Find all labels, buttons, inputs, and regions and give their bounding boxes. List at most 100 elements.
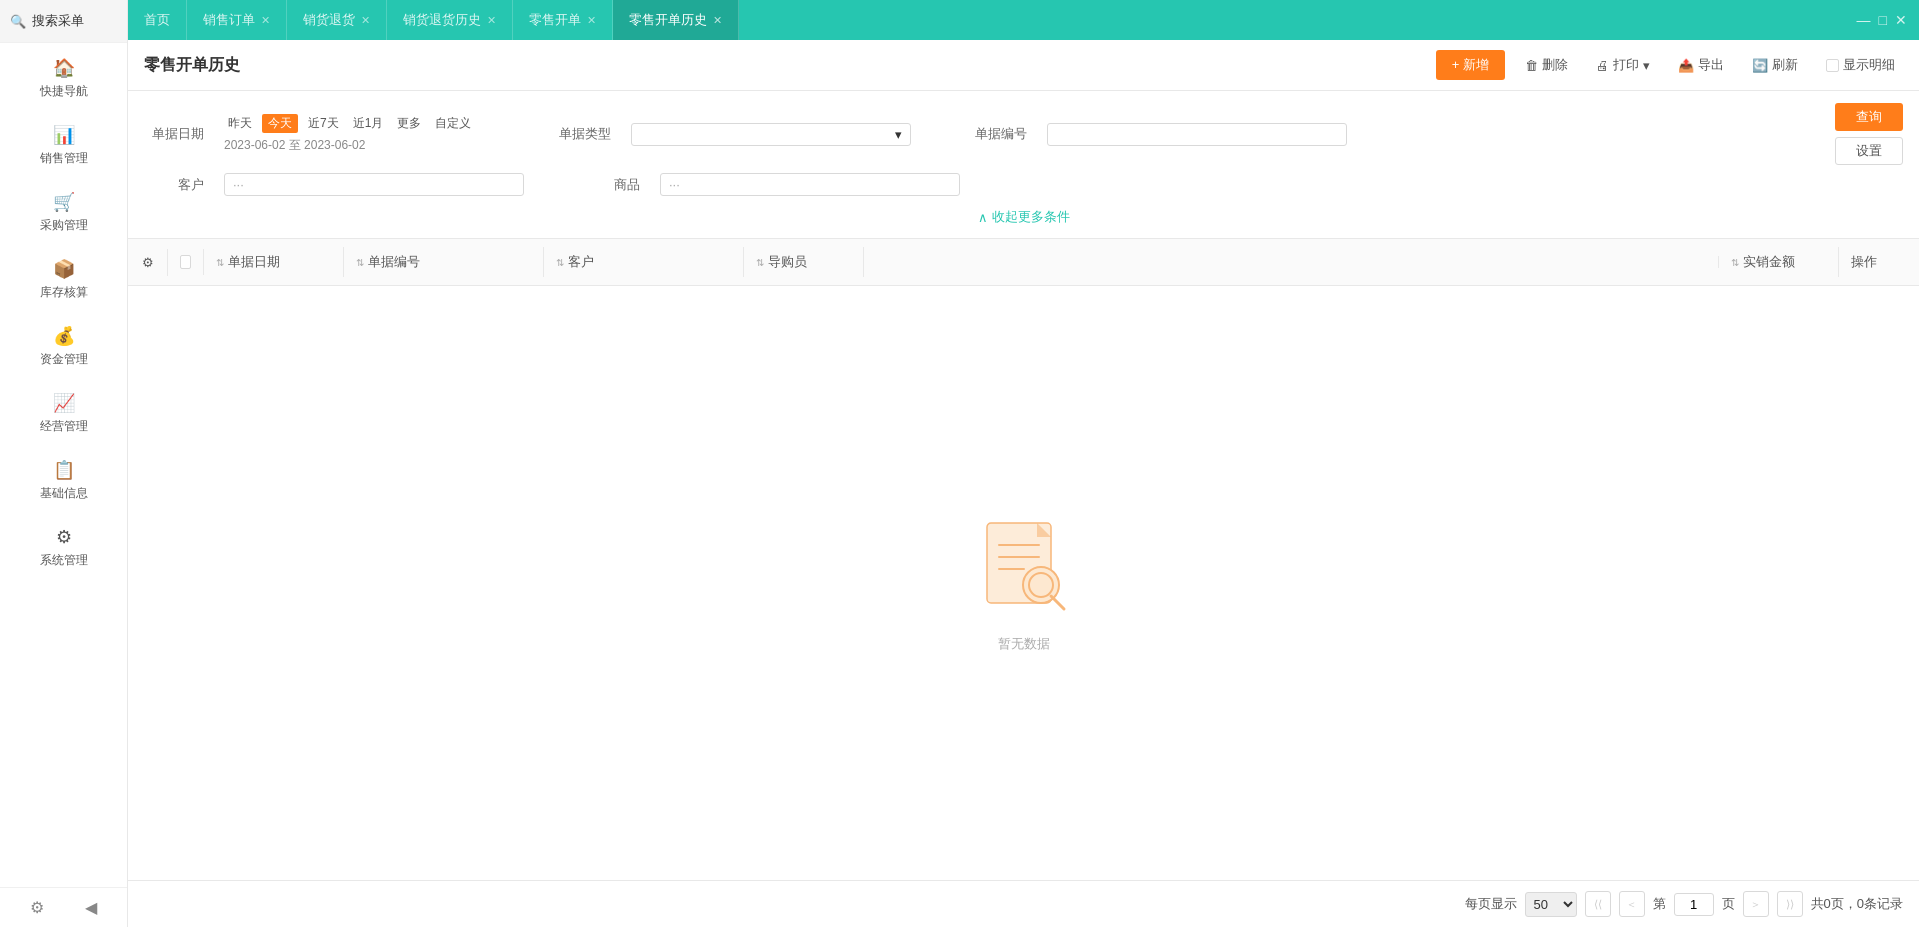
collapse-row: ∧ 收起更多条件: [144, 204, 1903, 230]
sidebar-item-operations[interactable]: 📈 经营管理: [0, 378, 127, 445]
date-tab-custom[interactable]: 自定义: [431, 114, 475, 133]
display-detail-label: 显示明细: [1843, 56, 1895, 74]
th-guide[interactable]: ⇅ 导购员: [744, 247, 864, 277]
purchase-icon: 🛒: [53, 191, 75, 213]
sidebar-bottom: ⚙ ◀: [0, 887, 127, 927]
th-date-label: 单据日期: [228, 253, 280, 271]
table-header: ⚙ ⇅ 单据日期 ⇅ 单据编号 ⇅ 客户 ⇅: [128, 239, 1919, 286]
sidebar-item-finance[interactable]: 💰 资金管理: [0, 311, 127, 378]
th-client-sort-icon: ⇅: [556, 257, 564, 268]
close-tab-retail-open-history[interactable]: ✕: [713, 14, 722, 27]
filter-row-2: 客户 ··· 商品 ···: [144, 173, 1903, 196]
th-amount-sort-icon: ⇅: [1731, 257, 1739, 268]
th-num[interactable]: ⇅ 单据编号: [344, 247, 544, 277]
per-page-label: 每页显示: [1465, 895, 1517, 913]
close-tab-sales-order[interactable]: ✕: [261, 14, 270, 27]
date-tab-today[interactable]: 今天: [262, 114, 298, 133]
date-tab-yesterday[interactable]: 昨天: [224, 114, 256, 133]
tab-retail-open[interactable]: 零售开单 ✕: [513, 0, 613, 40]
collapse-sidebar-icon[interactable]: ◀: [85, 898, 97, 917]
print-icon: 🖨: [1596, 58, 1609, 73]
tab-sales-order[interactable]: 销售订单 ✕: [187, 0, 287, 40]
th-amount[interactable]: ⇅ 实销金额: [1719, 247, 1839, 277]
close-btn[interactable]: ✕: [1895, 12, 1907, 28]
header-checkbox[interactable]: [180, 255, 191, 269]
doc-type-label: 单据类型: [551, 125, 611, 143]
date-tab-more[interactable]: 更多: [393, 114, 425, 133]
sidebar: 🔍 搜索采单 🏠 快捷导航 📊 销售管理 🛒 采购管理 📦 库存核算 💰 资金管…: [0, 0, 128, 927]
tab-sales-return[interactable]: 销货退货 ✕: [287, 0, 387, 40]
sidebar-item-basic-info[interactable]: 📋 基础信息: [0, 445, 127, 512]
collapse-btn[interactable]: ∧ 收起更多条件: [978, 204, 1070, 230]
tab-sales-return-history[interactable]: 销货退货历史 ✕: [387, 0, 513, 40]
th-client-label: 客户: [568, 253, 594, 271]
doc-num-label: 单据编号: [967, 125, 1027, 143]
client-input[interactable]: ···: [224, 173, 524, 196]
refresh-button[interactable]: 🔄 刷新: [1744, 52, 1806, 78]
sidebar-search-label: 搜索采单: [32, 12, 84, 30]
tab-home[interactable]: 首页: [128, 0, 187, 40]
page-title: 零售开单历史: [144, 55, 240, 76]
minimize-btn[interactable]: —: [1857, 12, 1871, 28]
sidebar-item-purchase-mgmt[interactable]: 🛒 采购管理: [0, 177, 127, 244]
sidebar-item-label: 资金管理: [40, 351, 88, 368]
close-tab-retail-open[interactable]: ✕: [587, 14, 596, 27]
close-tab-sales-return[interactable]: ✕: [361, 14, 370, 27]
display-detail-toggle[interactable]: 显示明细: [1818, 52, 1903, 78]
th-settings[interactable]: ⚙: [128, 249, 168, 276]
sidebar-item-label: 库存核算: [40, 284, 88, 301]
doc-type-select[interactable]: ▾: [631, 123, 911, 146]
export-button[interactable]: 📤 导出: [1670, 52, 1732, 78]
th-date[interactable]: ⇅ 单据日期: [204, 247, 344, 277]
delete-button[interactable]: 🗑 删除: [1517, 52, 1576, 78]
table-area: ⚙ ⇅ 单据日期 ⇅ 单据编号 ⇅ 客户 ⇅: [128, 239, 1919, 927]
print-dropdown-icon: ▾: [1643, 58, 1650, 73]
sidebar-item-sales-mgmt[interactable]: 📊 销售管理: [0, 110, 127, 177]
add-button[interactable]: + 新增: [1436, 50, 1505, 80]
settings-button[interactable]: 设置: [1835, 137, 1903, 165]
print-button[interactable]: 🖨 打印 ▾: [1588, 52, 1658, 78]
tab-retail-open-history[interactable]: 零售开单历史 ✕: [613, 0, 739, 40]
delete-icon: 🗑: [1525, 58, 1538, 73]
pagination: 每页显示 50 10 20 100 ⟨⟨ ＜ 第 页 ＞ ⟩⟩ 共0页，0条记录: [128, 880, 1919, 927]
close-tab-sales-return-history[interactable]: ✕: [487, 14, 496, 27]
svg-line-7: [1051, 596, 1064, 609]
date-tab-last-month[interactable]: 近1月: [349, 114, 388, 133]
doc-type-dropdown-icon: ▾: [895, 127, 902, 142]
tab-sales-order-label: 销售订单: [203, 11, 255, 29]
page-prev-btn[interactable]: ＜: [1619, 891, 1645, 917]
empty-illustration: [969, 513, 1079, 623]
date-filter-group: 昨天 今天 近7天 近1月 更多 自定义 2023-06-02 至 2023-0…: [224, 114, 475, 154]
filter-area: 单据日期 昨天 今天 近7天 近1月 更多 自定义 2023-06-02 至 2…: [128, 91, 1919, 239]
maximize-btn[interactable]: □: [1879, 12, 1887, 28]
sidebar-search-btn[interactable]: 🔍 搜索采单: [0, 0, 127, 43]
sidebar-item-quick-nav[interactable]: 🏠 快捷导航: [0, 43, 127, 110]
sidebar-item-inventory[interactable]: 📦 库存核算: [0, 244, 127, 311]
th-check[interactable]: [168, 249, 204, 275]
print-label: 打印: [1613, 56, 1639, 74]
th-client[interactable]: ⇅ 客户: [544, 247, 744, 277]
basic-info-icon: 📋: [53, 459, 75, 481]
per-page-select[interactable]: 50 10 20 100: [1525, 892, 1577, 917]
sidebar-item-label: 经营管理: [40, 418, 88, 435]
tab-home-label: 首页: [144, 11, 170, 29]
page-next-btn[interactable]: ＞: [1743, 891, 1769, 917]
page-first-btn[interactable]: ⟨⟨: [1585, 891, 1611, 917]
sidebar-item-label: 基础信息: [40, 485, 88, 502]
page-suffix: 页: [1722, 895, 1735, 913]
search-icon: 🔍: [10, 14, 26, 29]
th-amount-label: 实销金额: [1743, 253, 1795, 271]
sidebar-item-label: 销售管理: [40, 150, 88, 167]
settings-bottom-icon[interactable]: ⚙: [30, 898, 44, 917]
page-last-btn[interactable]: ⟩⟩: [1777, 891, 1803, 917]
finance-icon: 💰: [53, 325, 75, 347]
goods-input[interactable]: ···: [660, 173, 960, 196]
date-tabs: 昨天 今天 近7天 近1月 更多 自定义: [224, 114, 475, 133]
sidebar-item-system-mgmt[interactable]: ⚙ 系统管理: [0, 512, 127, 579]
query-button[interactable]: 查询: [1835, 103, 1903, 131]
main-area: 首页 销售订单 ✕ 销货退货 ✕ 销货退货历史 ✕ 零售开单 ✕ 零售开单历史 …: [128, 0, 1919, 927]
doc-num-input[interactable]: [1047, 123, 1347, 146]
collapse-up-icon: ∧: [978, 210, 988, 225]
page-number-input[interactable]: [1674, 893, 1714, 916]
date-tab-last7[interactable]: 近7天: [304, 114, 343, 133]
